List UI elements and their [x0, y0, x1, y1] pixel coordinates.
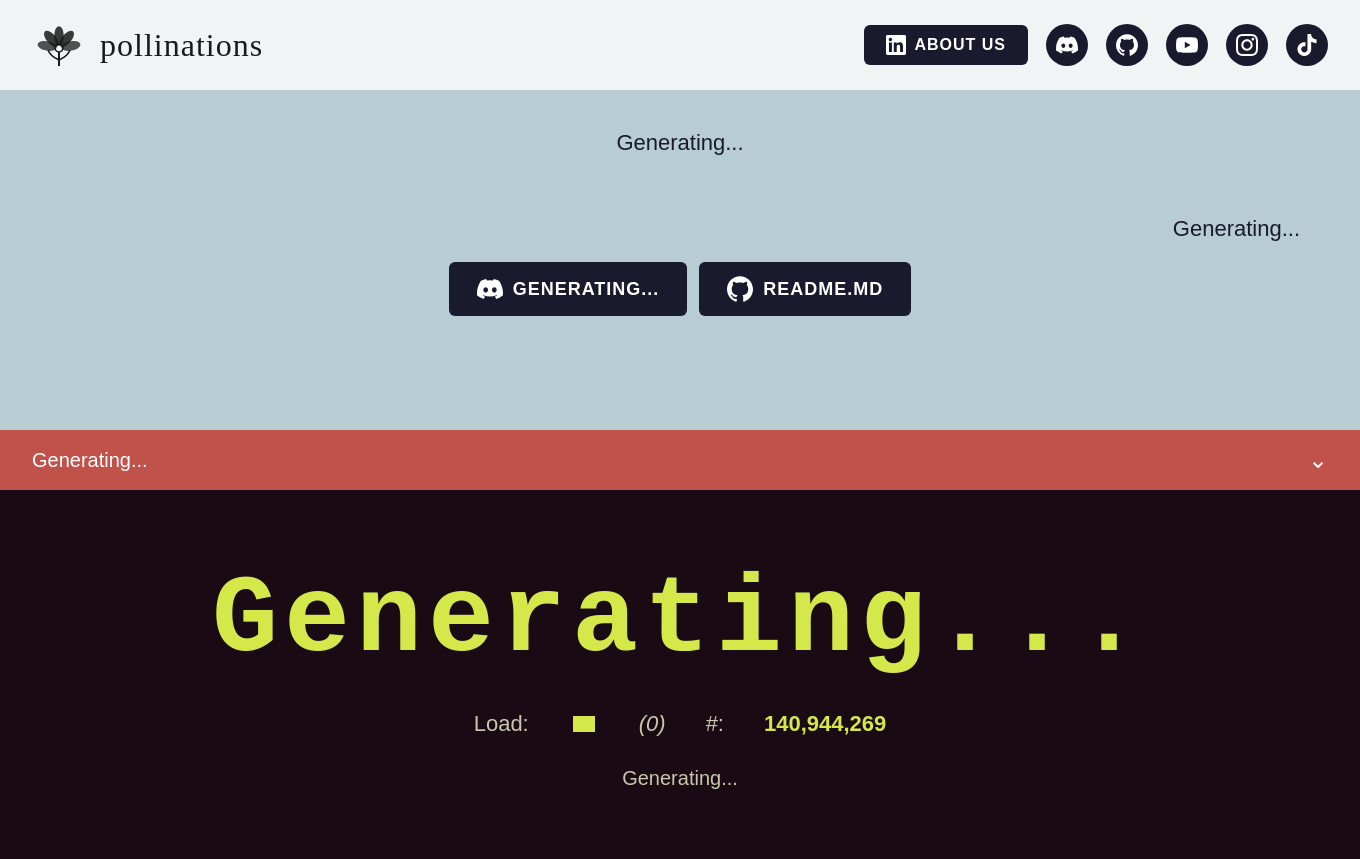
- generating-bottom-text: Generating...: [622, 767, 738, 790]
- chevron-down-icon: ⌄: [1308, 446, 1328, 474]
- discord-btn-icon: [477, 276, 503, 302]
- about-us-button[interactable]: ABOUT US: [864, 25, 1028, 65]
- generating-top-right: Generating...: [60, 216, 1300, 242]
- linkedin-icon: [886, 35, 906, 55]
- youtube-social-icon[interactable]: [1166, 24, 1208, 66]
- red-banner[interactable]: Generating... ⌄: [0, 430, 1360, 490]
- action-buttons-row: GENERATING... README.MD: [60, 262, 1300, 316]
- logo-icon: [32, 18, 86, 72]
- big-generating-text: Generating...: [212, 560, 1148, 681]
- discord-generating-button[interactable]: GENERATING...: [449, 262, 688, 316]
- discord-icon: [1056, 34, 1078, 56]
- load-indicator-box: [573, 716, 595, 732]
- discord-social-icon[interactable]: [1046, 24, 1088, 66]
- about-us-label: ABOUT US: [914, 36, 1006, 54]
- github-icon: [1116, 34, 1138, 56]
- stats-row: Load: (0) #: 140,944,269: [474, 711, 887, 737]
- header: pollinations ABOUT US: [0, 0, 1360, 90]
- readme-btn-label: README.MD: [763, 279, 883, 300]
- hash-label: #:: [706, 711, 724, 737]
- logo-text: pollinations: [100, 27, 263, 64]
- nav-area: ABOUT US: [864, 24, 1328, 66]
- instagram-social-icon[interactable]: [1226, 24, 1268, 66]
- tiktok-social-icon[interactable]: [1286, 24, 1328, 66]
- readme-button[interactable]: README.MD: [699, 262, 911, 316]
- github-btn-icon: [727, 276, 753, 302]
- generating-top-center: Generating...: [60, 130, 1300, 156]
- load-label: Load:: [474, 711, 529, 737]
- youtube-icon: [1176, 34, 1198, 56]
- banner-text: Generating...: [32, 449, 148, 472]
- load-value: (0): [639, 711, 666, 737]
- dark-section: Generating... Load: (0) #: 140,944,269 G…: [0, 490, 1360, 859]
- github-social-icon[interactable]: [1106, 24, 1148, 66]
- instagram-icon: [1236, 34, 1258, 56]
- discord-btn-label: GENERATING...: [513, 279, 660, 300]
- hash-value: 140,944,269: [764, 711, 886, 737]
- logo-area: pollinations: [32, 18, 263, 72]
- tiktok-icon: [1296, 34, 1318, 56]
- main-section: Generating... Generating... GENERATING..…: [0, 90, 1360, 430]
